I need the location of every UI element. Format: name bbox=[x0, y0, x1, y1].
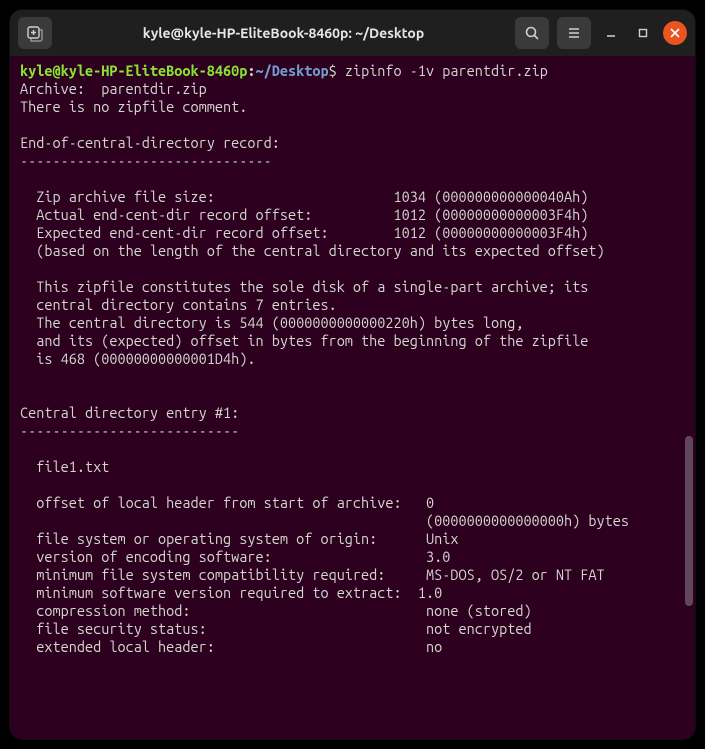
close-button[interactable] bbox=[663, 21, 687, 45]
out-para1-l1: This zipfile constitutes the sole disk o… bbox=[20, 278, 588, 295]
command-text bbox=[337, 62, 345, 79]
out-ext-hdr: extended local header: no bbox=[20, 638, 442, 655]
close-icon bbox=[670, 28, 680, 38]
out-filename: file1.txt bbox=[20, 458, 109, 475]
out-eocd-header: End-of-central-directory record: bbox=[20, 134, 280, 151]
hamburger-icon bbox=[566, 25, 582, 41]
out-min-fs: minimum file system compatibility requir… bbox=[20, 566, 605, 583]
new-tab-icon bbox=[26, 24, 44, 42]
maximize-button[interactable] bbox=[631, 21, 655, 45]
titlebar-left bbox=[18, 17, 52, 49]
prompt-symbol: $ bbox=[329, 62, 337, 79]
scrollbar-track[interactable] bbox=[685, 56, 693, 739]
minimize-icon bbox=[605, 27, 617, 39]
menu-button[interactable] bbox=[557, 17, 591, 49]
terminal-body[interactable]: kyle@kyle-HP-EliteBook-8460p:~/Desktop$ … bbox=[10, 56, 695, 739]
out-enc-ver: version of encoding software: 3.0 bbox=[20, 548, 450, 565]
out-based-on: (based on the length of the central dire… bbox=[20, 242, 605, 259]
out-offset-l1: offset of local header from start of arc… bbox=[20, 494, 434, 511]
out-eocd-dashes: ------------------------------- bbox=[20, 152, 272, 169]
out-min-sw: minimum software version required to ext… bbox=[20, 584, 442, 601]
out-cde-dashes: --------------------------- bbox=[20, 422, 239, 439]
window-title: kyle@kyle-HP-EliteBook-8460p: ~/Desktop bbox=[58, 25, 509, 41]
prompt-user-host: kyle@kyle-HP-EliteBook-8460p bbox=[20, 62, 247, 79]
out-comment: There is no zipfile comment. bbox=[20, 98, 247, 115]
out-para1-l3: The central directory is 544 (0000000000… bbox=[20, 314, 523, 331]
out-offset-l2: (0000000000000000h) bytes bbox=[20, 512, 629, 529]
terminal-window: kyle@kyle-HP-EliteBook-8460p: ~/Desktop bbox=[10, 10, 695, 739]
scrollbar-thumb[interactable] bbox=[685, 436, 693, 606]
out-sec: file security status: not encrypted bbox=[20, 620, 532, 637]
out-para1-l2: central directory contains 7 entries. bbox=[20, 296, 337, 313]
command: zipinfo -1v parentdir.zip bbox=[345, 62, 548, 79]
maximize-icon bbox=[637, 27, 649, 39]
out-zip-size: Zip archive file size: 1034 (00000000000… bbox=[20, 188, 588, 205]
out-comp: compression method: none (stored) bbox=[20, 602, 532, 619]
search-icon bbox=[524, 25, 540, 41]
out-actual-eocd: Actual end-cent-dir record offset: 1012 … bbox=[20, 206, 588, 223]
out-cde-header: Central directory entry #1: bbox=[20, 404, 239, 421]
search-button[interactable] bbox=[515, 17, 549, 49]
out-para1-l4: and its (expected) offset in bytes from … bbox=[20, 332, 588, 349]
new-tab-button[interactable] bbox=[18, 17, 52, 49]
out-archive: Archive: parentdir.zip bbox=[20, 80, 207, 97]
titlebar: kyle@kyle-HP-EliteBook-8460p: ~/Desktop bbox=[10, 10, 695, 56]
titlebar-right bbox=[515, 17, 687, 49]
prompt-path: ~/Desktop bbox=[255, 62, 328, 79]
out-expected-eocd: Expected end-cent-dir record offset: 101… bbox=[20, 224, 588, 241]
out-para1-l5: is 468 (00000000000001D4h). bbox=[20, 350, 256, 367]
minimize-button[interactable] bbox=[599, 21, 623, 45]
out-fs-origin: file system or operating system of origi… bbox=[20, 530, 459, 547]
